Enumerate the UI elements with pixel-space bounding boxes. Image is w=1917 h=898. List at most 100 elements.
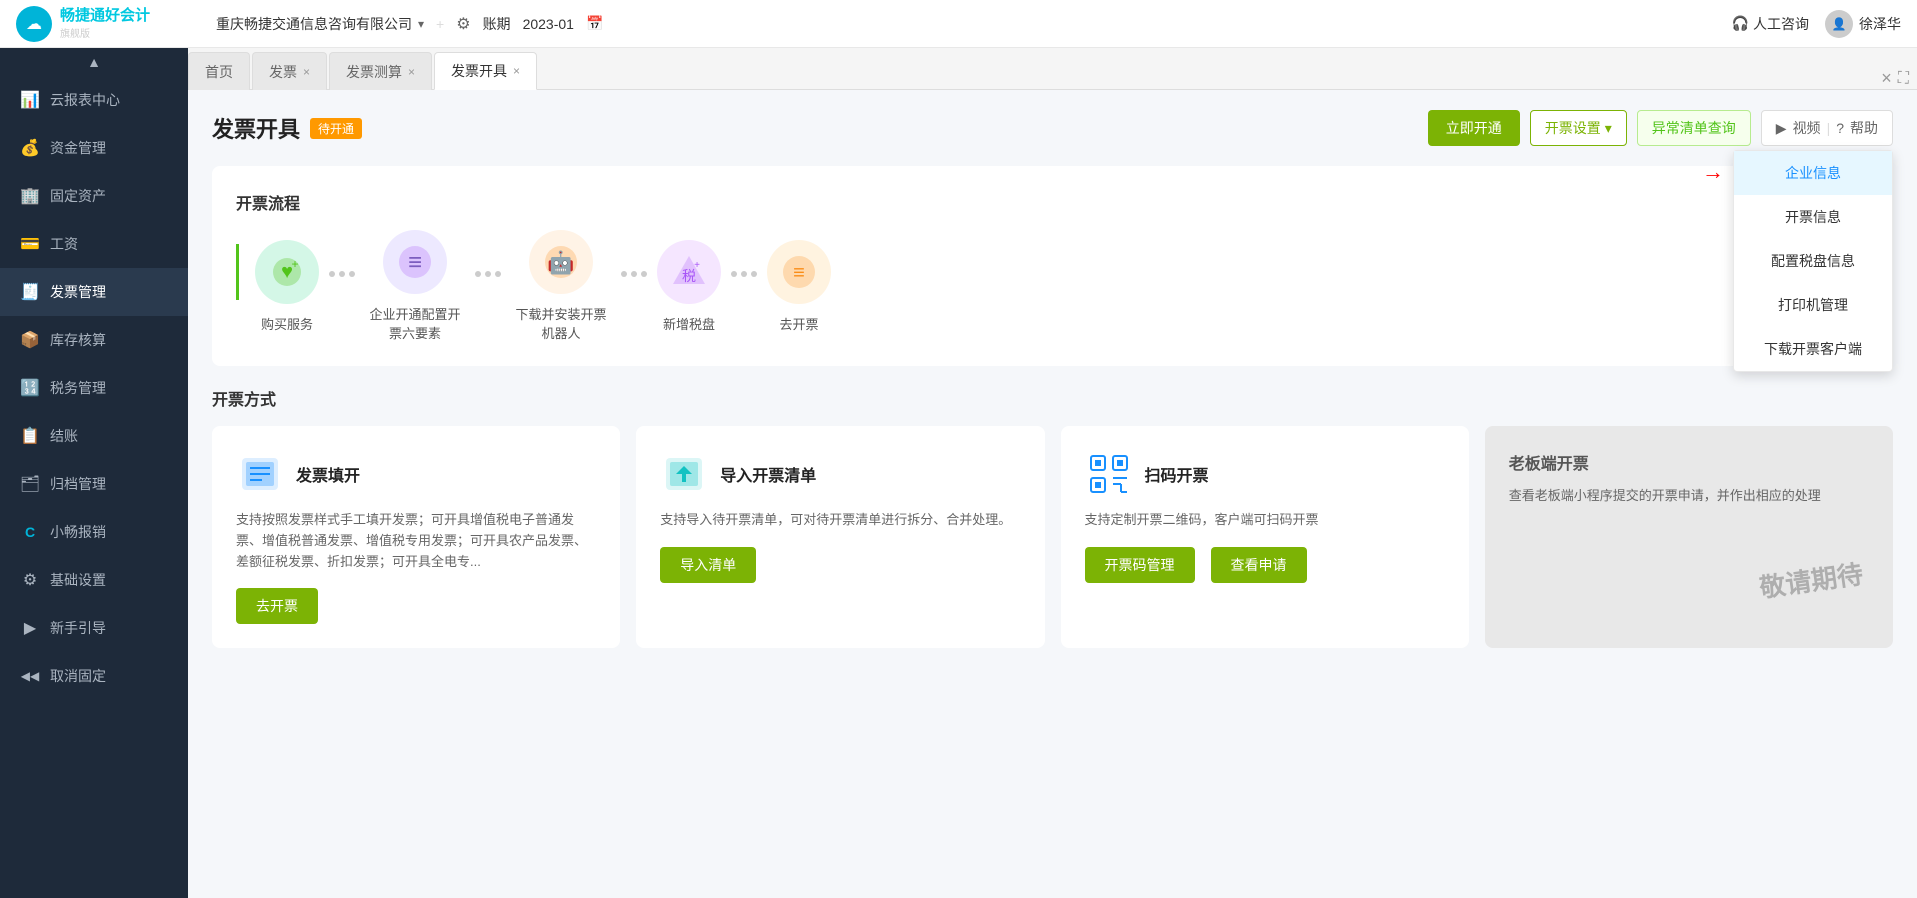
building-icon: 🏢 [20,186,40,206]
dropdown-item-dayinji[interactable]: 打印机管理 [1734,283,1892,327]
sidebar-item-gongzi[interactable]: 💳 工资 [0,220,188,268]
tab-bar: 首页 发票 × 发票测算 × 发票开具 × × ⛶ [188,48,1917,90]
dropdown-item-qiye[interactable]: 企业信息 [1734,151,1892,195]
tab-fapiaosuansuan[interactable]: 发票测算 × [329,52,432,90]
calendar-icon[interactable]: 📅 [586,15,603,32]
close-window-button[interactable]: × [1881,68,1892,89]
sidebar-item-fapiao[interactable]: 🧾 发票管理 [0,268,188,316]
settings-icon[interactable]: ⚙ [456,14,470,34]
svg-text:+: + [291,257,298,271]
method-card-scan: 扫码开票 支持定制开票二维码，客户端可扫码开票 开票码管理 查看申请 [1061,426,1469,648]
support-label: 人工咨询 [1753,14,1809,34]
method-fill-title: 发票填开 [296,462,360,486]
flow-step-add-tax: 税+ 新增税盘 [657,240,721,333]
logo-sub: 旗舰版 [60,25,150,40]
method-scan-header: 扫码开票 [1085,450,1445,498]
flow-vertical-line [236,244,239,300]
dropdown-item-label: 开票信息 [1785,209,1841,225]
sidebar-item-jichu[interactable]: ⚙ 基础设置 [0,556,188,604]
sidebar-item-label: 新手引导 [50,618,106,638]
settings-button[interactable]: 开票设置 ▾ 企业信息 → [1530,110,1627,146]
period-label: 账期 [483,14,511,34]
flow-step-invoice-label: 去开票 [779,314,818,333]
top-bar: ☁ 畅捷通好会计 旗舰版 重庆畅捷交通信息咨询有限公司 ▾ + ⚙ 账期 202… [0,0,1917,48]
archive-icon: 🗂 [20,474,40,494]
tab-fapiao[interactable]: 发票 × [252,52,327,90]
qrcode-manage-button[interactable]: 开票码管理 [1085,547,1195,583]
sidebar-item-label: 发票管理 [50,282,106,302]
flow-connector-1 [327,271,357,277]
expense-icon: C [20,522,40,542]
sidebar-item-label: 小畅报销 [50,522,106,542]
dropdown-item-kaipiao[interactable]: 开票信息 [1734,195,1892,239]
svg-text:+: + [694,260,700,271]
gear-icon: ⚙ [20,570,40,590]
flow-step-invoice-icon: ≡ [767,240,831,304]
tab-home-label: 首页 [205,62,233,82]
dropdown-item-xiazai[interactable]: 下载开票客户端 [1734,327,1892,371]
play-icon: ▶ [20,618,40,638]
svg-text:🤖: 🤖 [547,250,574,275]
import-list-button[interactable]: 导入清单 [660,547,756,583]
tab-fapiaokuju[interactable]: 发票开具 × [434,52,537,90]
flow-step-buy-icon: ♥+ [255,240,319,304]
dropdown-chevron-icon: ▾ [1605,120,1612,137]
sidebar-item-xinshou[interactable]: ▶ 新手引导 [0,604,188,652]
flow-step-buy-label: 购买服务 [261,314,313,333]
sidebar-item-yunbao[interactable]: 📊 云报表中心 [0,76,188,124]
user-area[interactable]: 👤 徐泽华 [1825,10,1901,38]
tab-home[interactable]: 首页 [188,52,250,90]
sidebar: ▲ 📊 云报表中心 💰 资金管理 🏢 固定资产 💳 工资 🧾 发票管理 [0,48,188,898]
close-tab-fapiao[interactable]: × [303,65,310,79]
sidebar-item-shuiwu[interactable]: 🔢 税务管理 [0,364,188,412]
scan-icon [1085,450,1133,498]
dropdown-item-label: 企业信息 [1785,165,1841,181]
sidebar-item-zijin[interactable]: 💰 资金管理 [0,124,188,172]
top-right: 🎧 人工咨询 👤 徐泽华 [1732,10,1901,38]
sidebar-item-jiezhang[interactable]: 📋 结账 [0,412,188,460]
method-import-title: 导入开票清单 [720,462,816,486]
exception-button[interactable]: 异常清单查询 [1637,110,1751,146]
activate-button[interactable]: 立即开通 [1428,110,1520,146]
chevron-down-icon: ▾ [418,17,424,31]
svg-text:≡: ≡ [408,249,422,276]
sidebar-item-kucun[interactable]: 📦 库存核算 [0,316,188,364]
view-apply-button[interactable]: 查看申请 [1211,547,1307,583]
sidebar-item-gudingzichan[interactable]: 🏢 固定资产 [0,172,188,220]
method-fill-header: 发票填开 [236,450,596,498]
money-icon: 💰 [20,138,40,158]
close-tab-fapiaosuansuan[interactable]: × [408,65,415,79]
ledger-icon: 📋 [20,426,40,446]
flow-step-download: 🤖 下载并安装开票机器人 [511,230,611,342]
fill-invoice-button[interactable]: 去开票 [236,588,318,624]
sidebar-item-guidang[interactable]: 🗂 归档管理 [0,460,188,508]
company-selector[interactable]: 重庆畅捷交通信息咨询有限公司 ▾ [216,14,424,34]
dropdown-item-label: 下载开票客户端 [1764,341,1862,357]
close-tab-fapiaokuju[interactable]: × [513,64,520,78]
dropdown-item-peizhi[interactable]: 配置税盘信息 [1734,239,1892,283]
play-circle-icon: ▶ [1776,120,1787,137]
method-import-desc: 支持导入待开票清单，可对待开票清单进行拆分、合并处理。 [660,510,1020,531]
avatar: 👤 [1825,10,1853,38]
flow-connector-4 [729,271,759,277]
period-value: 2023-01 [523,16,574,32]
sidebar-item-label: 取消固定 [50,666,106,686]
support-button[interactable]: 🎧 人工咨询 [1732,14,1809,34]
method-boss-desc: 查看老板端小程序提交的开票申请，并作出相应的处理 [1509,486,1869,507]
method-scan-buttons: 开票码管理 查看申请 [1085,547,1445,583]
methods-section-title: 开票方式 [212,386,1893,410]
page-header: 发票开具 待开通 立即开通 开票设置 ▾ 企业信息 [212,110,1893,146]
sidebar-item-xiaochang[interactable]: C 小畅报销 [0,508,188,556]
page-content: 发票开具 待开通 立即开通 开票设置 ▾ 企业信息 [188,90,1917,898]
video-label: 视频 [1793,118,1821,138]
video-help-button[interactable]: ▶ 视频 | ? 帮助 [1761,110,1893,146]
sidebar-item-label: 资金管理 [50,138,106,158]
sidebar-item-label: 结账 [50,426,78,446]
sidebar-item-cancel[interactable]: ◀◀ 取消固定 [0,652,188,700]
settings-dropdown: 企业信息 → 开票信息 配置税盘信息 [1733,150,1893,372]
maximize-button[interactable]: ⛶ [1898,70,1909,88]
red-arrow: → [1702,159,1724,185]
scroll-up-button[interactable]: ▲ [0,48,188,76]
flow-section: 开票流程 ♥+ 购买服务 [212,166,1893,366]
top-divider: + [436,16,444,32]
